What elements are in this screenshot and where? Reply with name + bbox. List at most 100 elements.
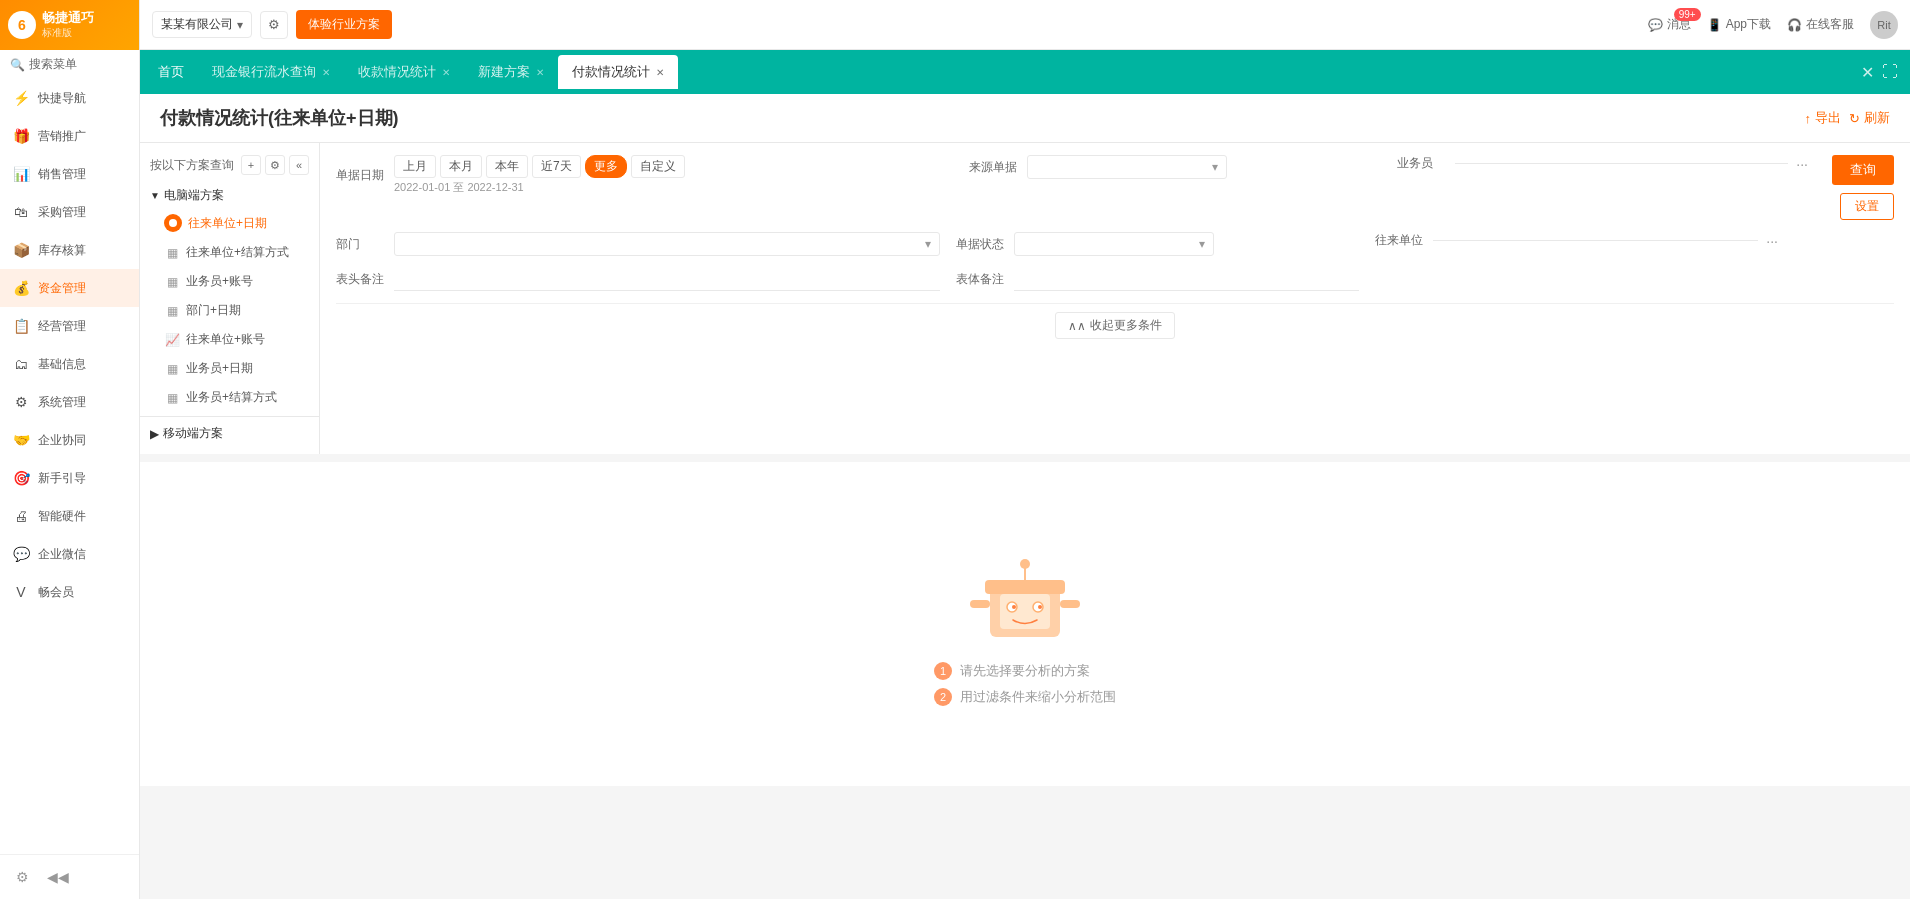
date-btn-7days[interactable]: 近7天 — [532, 155, 581, 178]
sidebar-item-purchase[interactable]: 🛍 采购管理 — [0, 193, 139, 231]
date-btn-custom[interactable]: 自定义 — [631, 155, 685, 178]
header-note-input[interactable] — [394, 268, 940, 291]
scheme-mobile-label: 移动端方案 — [163, 425, 223, 442]
sales-icon: 📊 — [12, 165, 30, 183]
source-select[interactable]: ▾ — [1027, 155, 1227, 179]
tab-income[interactable]: 收款情况统计 ✕ — [344, 55, 464, 89]
scheme-item-counterpart-date[interactable]: 往来单位+日期 — [140, 208, 319, 238]
export-button[interactable]: ↑ 导出 — [1805, 109, 1842, 127]
date-btn-last-month[interactable]: 上月 — [394, 155, 436, 178]
member-icon: V — [12, 583, 30, 601]
sidebar-collapse-button[interactable]: ◀◀ — [44, 863, 72, 891]
tab-home[interactable]: 首页 — [144, 55, 198, 89]
tab-bank[interactable]: 现金银行流水查询 ✕ — [198, 55, 344, 89]
date-btn-this-month[interactable]: 本月 — [440, 155, 482, 178]
sidebar-item-wechat[interactable]: 💬 企业微信 — [0, 535, 139, 573]
tab-new-close[interactable]: ✕ — [536, 67, 544, 78]
tab-new[interactable]: 新建方案 ✕ — [464, 55, 558, 89]
salesman-ellipsis[interactable]: ··· — [1796, 156, 1808, 172]
tab-bank-close[interactable]: ✕ — [322, 67, 330, 78]
body-note-field: 表体备注 — [956, 268, 1359, 291]
refresh-button[interactable]: ↻ 刷新 — [1849, 109, 1890, 127]
scheme-item-label: 部门+日期 — [186, 302, 241, 319]
sidebar-nav: ⚡ 快捷导航 🎁 营销推广 📊 销售管理 🛍 采购管理 📦 库存核算 💰 资金管… — [0, 79, 139, 854]
user-avatar[interactable]: Rit — [1870, 11, 1898, 39]
sidebar-item-inventory[interactable]: 📦 库存核算 — [0, 231, 139, 269]
message-icon: 💬 — [1648, 18, 1663, 32]
scheme-add-button[interactable]: + — [241, 155, 261, 175]
sidebar-item-marketing[interactable]: 🎁 营销推广 — [0, 117, 139, 155]
scheme-table-icon2: ▦ — [164, 274, 180, 290]
filter-settings-button[interactable]: 设置 — [1840, 193, 1894, 220]
scheme-item-label: 业务员+日期 — [186, 360, 253, 377]
system-icon: ⚙ — [12, 393, 30, 411]
experience-button[interactable]: 体验行业方案 — [296, 10, 392, 39]
online-service-action[interactable]: 🎧 在线客服 — [1787, 16, 1854, 33]
sidebar-item-enterprise[interactable]: 🤝 企业协同 — [0, 421, 139, 459]
scheme-item-counterpart-settle[interactable]: ▦ 往来单位+结算方式 — [140, 238, 319, 267]
scheme-pc-category[interactable]: ▼ 电脑端方案 — [140, 183, 319, 208]
scheme-item-counterpart-account[interactable]: 📈 往来单位+账号 — [140, 325, 319, 354]
sidebar-item-basic[interactable]: 🗂 基础信息 — [0, 345, 139, 383]
source-field-label: 来源单据 — [969, 159, 1019, 176]
tab-close-all-button[interactable]: ✕ — [1861, 63, 1874, 82]
counterpart-ellipsis[interactable]: ··· — [1766, 233, 1778, 249]
sidebar-item-system[interactable]: ⚙ 系统管理 — [0, 383, 139, 421]
dept-select[interactable]: ▾ — [394, 232, 940, 256]
page-actions: ↑ 导出 ↻ 刷新 — [1805, 109, 1891, 127]
scheme-mobile-category[interactable]: ▶ 移动端方案 — [140, 421, 319, 446]
sidebar-item-label: 新手引导 — [38, 470, 86, 487]
hint-num-1: 1 — [934, 662, 952, 680]
scheme-item-salesman-account[interactable]: ▦ 业务员+账号 — [140, 267, 319, 296]
dept-field-label: 部门 — [336, 236, 386, 253]
date-btn-more[interactable]: 更多 — [585, 155, 627, 178]
collapse-button[interactable]: ∧∧ 收起更多条件 — [1055, 312, 1175, 339]
sidebar-item-guide[interactable]: 🎯 新手引导 — [0, 459, 139, 497]
svg-point-7 — [1038, 605, 1042, 609]
sidebar-item-label: 基础信息 — [38, 356, 86, 373]
company-selector[interactable]: 某某有限公司 ▾ — [152, 11, 252, 38]
query-actions: 查询 设置 — [1824, 155, 1894, 220]
form-row-2: 部门 ▾ 单据状态 ▾ 往来单位 ··· — [336, 232, 1894, 256]
sidebar-item-member[interactable]: V 畅会员 — [0, 573, 139, 611]
sidebar-settings-button[interactable]: ⚙ — [8, 863, 36, 891]
sidebar-item-label: 采购管理 — [38, 204, 86, 221]
doc-status-select[interactable]: ▾ — [1014, 232, 1214, 256]
app-download-action[interactable]: 📱 App下载 — [1707, 16, 1771, 33]
sidebar-item-sales[interactable]: 📊 销售管理 — [0, 155, 139, 193]
search-menu-item[interactable]: 🔍 搜索菜单 — [0, 50, 139, 79]
date-btn-this-year[interactable]: 本年 — [486, 155, 528, 178]
scheme-pc-label: 电脑端方案 — [164, 187, 224, 204]
messages-action[interactable]: 💬 消息 99+ — [1648, 16, 1691, 33]
capital-icon: 💰 — [12, 279, 30, 297]
scheme-item-salesman-date[interactable]: ▦ 业务员+日期 — [140, 354, 319, 383]
date-options-group: 上月 本月 本年 近7天 更多 自定义 2022-01-01 至 2022-12… — [394, 155, 685, 195]
date-field: 单据日期 上月 本月 本年 近7天 更多 自定义 2022-01-01 至 20… — [336, 155, 953, 195]
tab-payment-close[interactable]: ✕ — [656, 67, 664, 78]
scheme-table-icon5: ▦ — [164, 390, 180, 406]
query-button[interactable]: 查询 — [1832, 155, 1894, 185]
svg-point-6 — [1012, 605, 1016, 609]
counterpart-field: 往来单位 ··· — [1375, 232, 1778, 249]
tab-expand-button[interactable]: ⛶ — [1882, 63, 1898, 81]
sidebar-item-operation[interactable]: 📋 经营管理 — [0, 307, 139, 345]
settings-button[interactable]: ⚙ — [260, 11, 288, 39]
hardware-icon: 🖨 — [12, 507, 30, 525]
empty-hint-1: 1 请先选择要分析的方案 — [934, 662, 1116, 680]
body-note-input[interactable] — [1014, 268, 1359, 291]
sidebar-item-capital[interactable]: 💰 资金管理 — [0, 269, 139, 307]
tab-income-close[interactable]: ✕ — [442, 67, 450, 78]
scheme-item-dept-date[interactable]: ▦ 部门+日期 — [140, 296, 319, 325]
messages-badge: 99+ — [1674, 8, 1701, 21]
scheme-item-salesman-settle[interactable]: ▦ 业务员+结算方式 — [140, 383, 319, 412]
tab-payment[interactable]: 付款情况统计 ✕ — [558, 55, 678, 89]
scheme-settings-button[interactable]: ⚙ — [265, 155, 285, 175]
sidebar-item-hardware[interactable]: 🖨 智能硬件 — [0, 497, 139, 535]
scheme-collapse-button[interactable]: « — [289, 155, 309, 175]
scheme-active-dot — [164, 214, 182, 232]
sidebar-item-label: 智能硬件 — [38, 508, 86, 525]
sidebar-item-quick-nav[interactable]: ⚡ 快捷导航 — [0, 79, 139, 117]
empty-hints: 1 请先选择要分析的方案 2 用过滤条件来缩小分析范围 — [934, 662, 1116, 706]
empty-svg — [965, 542, 1085, 642]
scheme-item-label: 业务员+结算方式 — [186, 389, 277, 406]
